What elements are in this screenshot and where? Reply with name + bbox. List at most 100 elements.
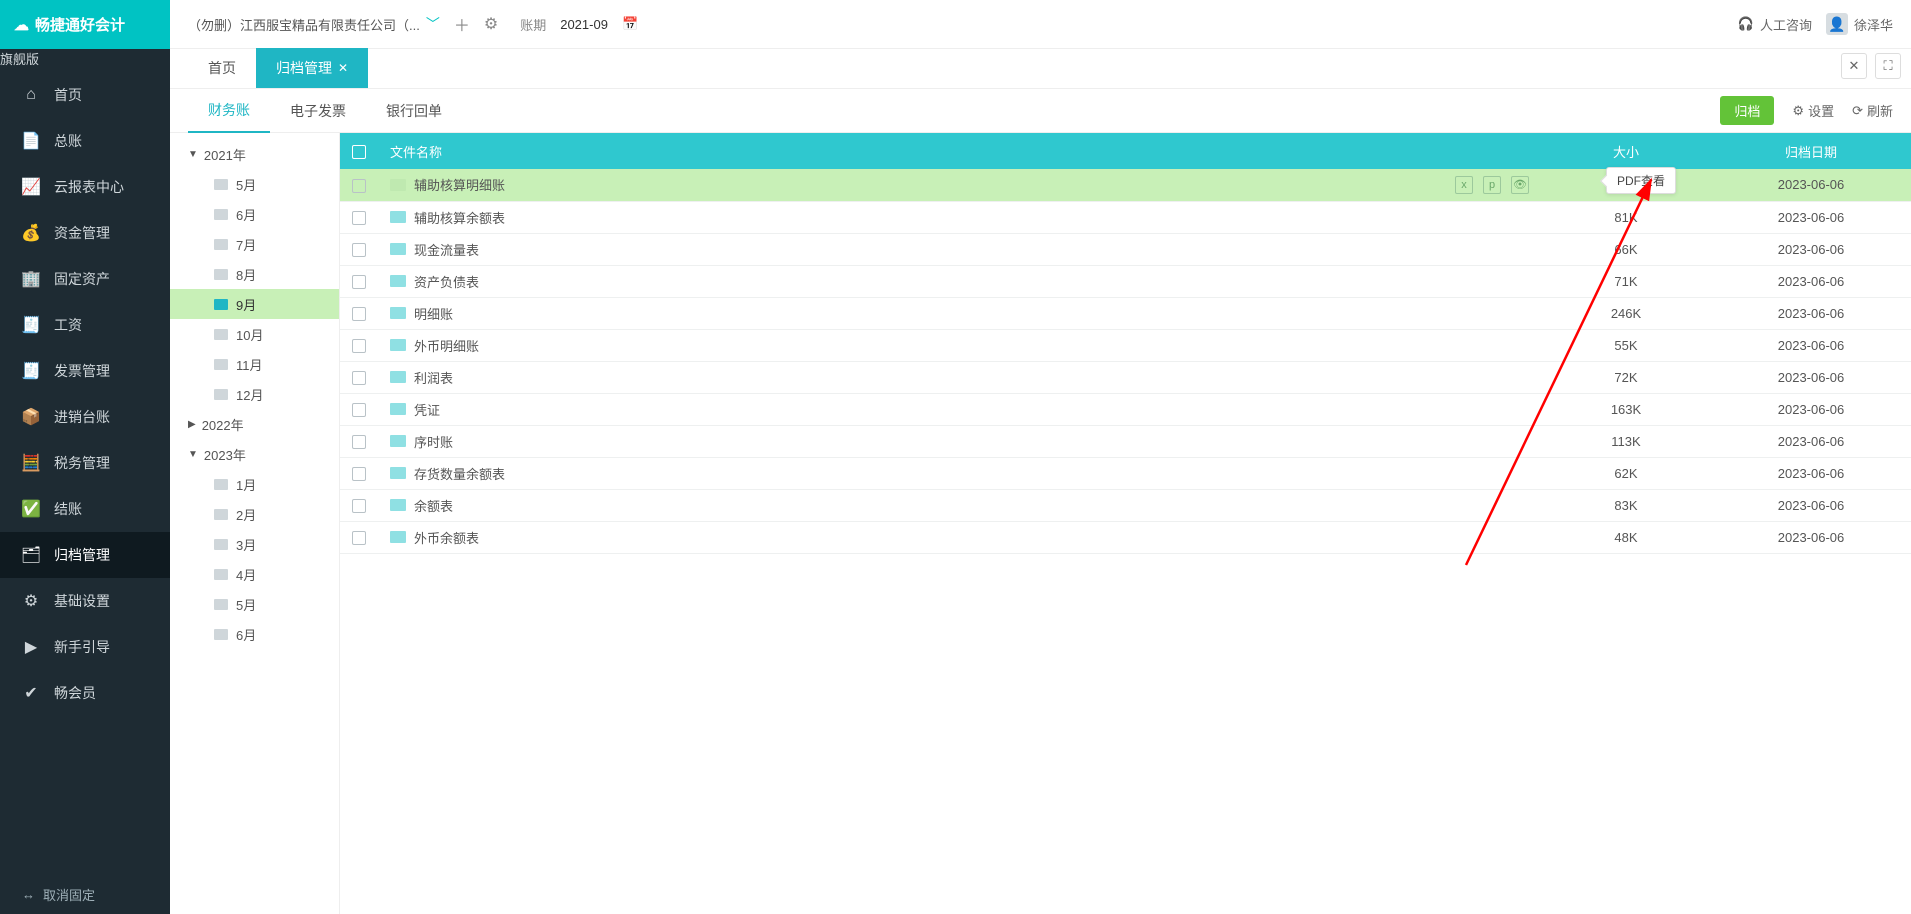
table-row[interactable]: 外币余额表48K2023-06-06 (340, 521, 1911, 553)
file-size: 83K (1541, 489, 1711, 521)
nav-item-结账[interactable]: ✅结账 (0, 486, 170, 532)
archive-date: 2023-06-06 (1711, 233, 1911, 265)
page-tabs: 首页归档管理✕ ✕ ⛶ (170, 49, 1911, 89)
tree-year-2022年[interactable]: ▶2022年 (170, 409, 339, 439)
table-row[interactable]: 辅助核算余额表81K2023-06-06 (340, 201, 1911, 233)
select-all-checkbox[interactable] (352, 145, 366, 159)
tree-year-2021年[interactable]: ▼2021年 (170, 139, 339, 169)
tree-month-2021年-9月[interactable]: 9月 (170, 289, 339, 319)
nav-item-固定资产[interactable]: 🏢固定资产 (0, 256, 170, 302)
page-tab-归档管理[interactable]: 归档管理✕ (256, 48, 368, 88)
tree-month-2023年-5月[interactable]: 5月 (170, 589, 339, 619)
export-excel-icon[interactable]: x (1455, 176, 1473, 194)
table-row[interactable]: 明细账246K2023-06-06 (340, 297, 1911, 329)
table-row[interactable]: 外币明细账55K2023-06-06 (340, 329, 1911, 361)
nav-item-工资[interactable]: 🧾工资 (0, 302, 170, 348)
sub-tab-财务账[interactable]: 财务账 (188, 89, 270, 133)
row-checkbox[interactable] (352, 307, 366, 321)
fullscreen-button[interactable]: ⛶ (1875, 53, 1901, 79)
nav-icon: 🗂 (22, 546, 40, 564)
tree-month-2021年-11月[interactable]: 11月 (170, 349, 339, 379)
folder-icon (390, 403, 406, 415)
close-tab-button[interactable]: ✕ (1841, 53, 1867, 79)
nav-item-进销台账[interactable]: 📦进销台账 (0, 394, 170, 440)
add-company-button[interactable]: ＋ (454, 12, 470, 36)
period-value[interactable]: 2021-09 (560, 17, 608, 32)
table-row[interactable]: 序时账113K2023-06-06 (340, 425, 1911, 457)
nav-item-资金管理[interactable]: 💰资金管理 (0, 210, 170, 256)
tree-year-2023年[interactable]: ▼2023年 (170, 439, 339, 469)
row-checkbox[interactable] (352, 211, 366, 225)
folder-icon (214, 629, 228, 640)
user-name: 徐泽华 (1854, 15, 1893, 34)
nav-label: 首页 (54, 85, 82, 105)
row-checkbox[interactable] (352, 243, 366, 257)
row-checkbox[interactable] (352, 531, 366, 545)
sidebar-unpin[interactable]: ↔ 取消固定 (0, 874, 170, 914)
nav-item-新手引导[interactable]: ▶新手引导 (0, 624, 170, 670)
tree-month-2021年-10月[interactable]: 10月 (170, 319, 339, 349)
file-name: 存货数量余额表 (414, 464, 505, 483)
nav-item-基础设置[interactable]: ⚙基础设置 (0, 578, 170, 624)
tree-month-2021年-6月[interactable]: 6月 (170, 199, 339, 229)
row-checkbox[interactable] (352, 371, 366, 385)
company-selector[interactable]: （勿删）江西服宝精品有限责任公司（... ﹀ (188, 14, 440, 34)
sub-tab-银行回单[interactable]: 银行回单 (366, 89, 462, 133)
tree-month-2021年-7月[interactable]: 7月 (170, 229, 339, 259)
table-row[interactable]: 存货数量余额表62K2023-06-06 (340, 457, 1911, 489)
archive-date: 2023-06-06 (1711, 489, 1911, 521)
consult-button[interactable]: 🎧 人工咨询 (1738, 15, 1812, 34)
row-checkbox[interactable] (352, 339, 366, 353)
folder-icon (390, 179, 406, 191)
row-checkbox[interactable] (352, 179, 366, 193)
file-name: 辅助核算余额表 (414, 208, 505, 227)
row-checkbox[interactable] (352, 403, 366, 417)
gear-icon: ⚙ (1792, 103, 1804, 119)
calendar-icon[interactable]: 📅 (622, 16, 638, 32)
close-icon[interactable]: ✕ (338, 61, 348, 75)
nav-icon: ▶ (22, 638, 40, 656)
tree-month-label: 11月 (236, 355, 263, 374)
nav-item-首页[interactable]: ⌂首页 (0, 72, 170, 118)
nav-label: 基础设置 (54, 591, 110, 611)
pdf-view-icon[interactable]: 👁 (1511, 176, 1529, 194)
refresh-link[interactable]: ⟳ 刷新 (1852, 101, 1893, 120)
tree-month-2023年-1月[interactable]: 1月 (170, 469, 339, 499)
archive-date: 2023-06-06 (1711, 425, 1911, 457)
nav-item-云报表中心[interactable]: 📈云报表中心 (0, 164, 170, 210)
export-pdf-icon[interactable]: p (1483, 176, 1501, 194)
nav-item-归档管理[interactable]: 🗂归档管理 (0, 532, 170, 578)
settings-link[interactable]: ⚙ 设置 (1792, 101, 1834, 120)
table-row[interactable]: 资产负债表71K2023-06-06 (340, 265, 1911, 297)
archive-button[interactable]: 归档 (1720, 96, 1774, 125)
refresh-icon: ⟳ (1852, 103, 1863, 119)
company-settings-button[interactable]: ⚙ (484, 14, 498, 34)
nav-item-总账[interactable]: 📄总账 (0, 118, 170, 164)
row-checkbox[interactable] (352, 275, 366, 289)
table-row[interactable]: 现金流量表66K2023-06-06 (340, 233, 1911, 265)
row-checkbox[interactable] (352, 499, 366, 513)
page-tab-首页[interactable]: 首页 (188, 48, 256, 88)
folder-icon (390, 275, 406, 287)
table-row[interactable]: 利润表72K2023-06-06 (340, 361, 1911, 393)
table-row[interactable]: 凭证163K2023-06-06 (340, 393, 1911, 425)
nav-item-发票管理[interactable]: 🧾发票管理 (0, 348, 170, 394)
nav-item-畅会员[interactable]: ✔畅会员 (0, 670, 170, 716)
table-row[interactable]: 余额表83K2023-06-06 (340, 489, 1911, 521)
sub-tab-电子发票[interactable]: 电子发票 (270, 89, 366, 133)
tree-month-2023年-6月[interactable]: 6月 (170, 619, 339, 649)
row-checkbox[interactable] (352, 435, 366, 449)
file-size: 113K (1541, 425, 1711, 457)
nav-item-税务管理[interactable]: 🧮税务管理 (0, 440, 170, 486)
folder-icon (214, 599, 228, 610)
tree-month-2023年-4月[interactable]: 4月 (170, 559, 339, 589)
user-menu[interactable]: 👤 徐泽华 (1826, 13, 1893, 35)
tree-month-2021年-5月[interactable]: 5月 (170, 169, 339, 199)
row-checkbox[interactable] (352, 467, 366, 481)
tree-month-2023年-3月[interactable]: 3月 (170, 529, 339, 559)
file-name: 资产负债表 (414, 272, 479, 291)
tree-month-2023年-2月[interactable]: 2月 (170, 499, 339, 529)
tree-month-2021年-8月[interactable]: 8月 (170, 259, 339, 289)
folder-icon (390, 243, 406, 255)
tree-month-2021年-12月[interactable]: 12月 (170, 379, 339, 409)
